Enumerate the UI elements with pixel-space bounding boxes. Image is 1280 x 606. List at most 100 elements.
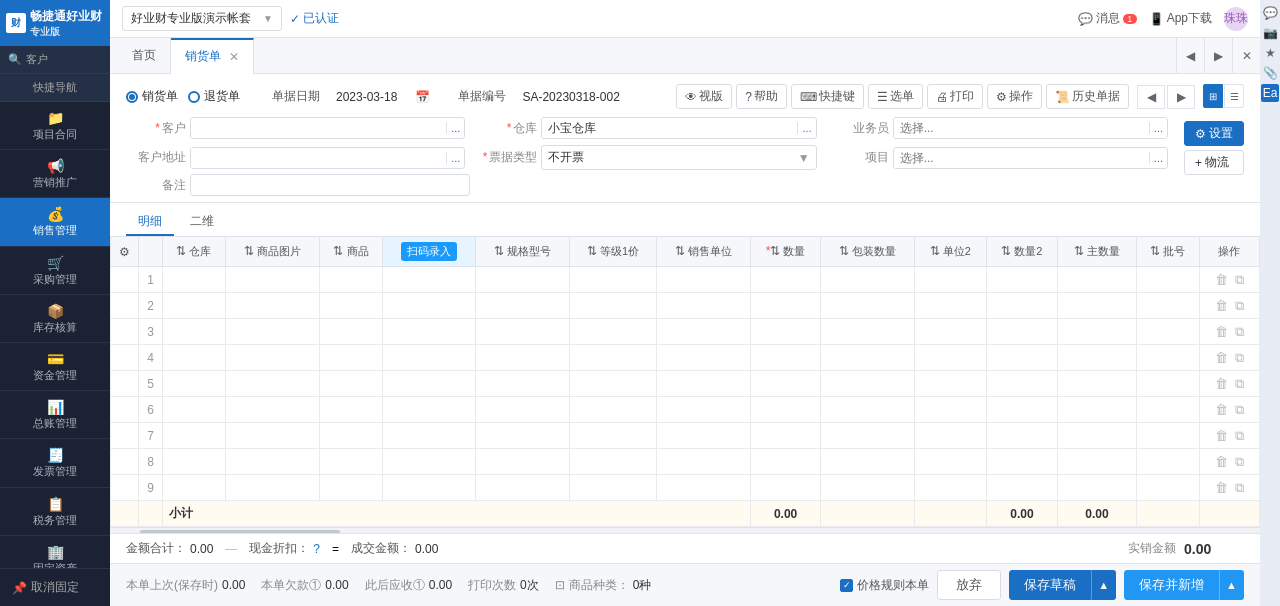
save-new-btn[interactable]: 保存并新增 [1124, 570, 1219, 600]
toolbar-print-btn[interactable]: 🖨 打印 [927, 84, 983, 109]
delete-icon-3[interactable]: 🗑 [1215, 324, 1228, 339]
sidebar-item-assets[interactable]: 🏢 固定资产 [0, 536, 110, 568]
toolbar-select-btn[interactable]: ☰ 选单 [868, 84, 923, 109]
radio-return-order[interactable]: 退货单 [188, 88, 240, 105]
form-nav-next[interactable]: ▶ [1167, 85, 1195, 109]
th-batch-import[interactable]: 扫码录入 [382, 237, 475, 267]
copy-icon-7[interactable]: ⧉ [1235, 428, 1244, 443]
price-rule-checkbox[interactable]: 价格规则本单 [840, 577, 929, 594]
sidebar-item-purchase[interactable]: 🛒 采购管理 [0, 247, 110, 295]
messages-btn[interactable]: 💬 消息 1 [1078, 10, 1137, 27]
td-pack-qty-1[interactable] [820, 267, 914, 293]
right-panel-icon-4[interactable]: 📎 [1261, 64, 1279, 82]
delete-icon-7[interactable]: 🗑 [1215, 428, 1228, 443]
setup-btn[interactable]: ⚙ 设置 [1184, 121, 1244, 146]
th-spec[interactable]: ⇅ 规格型号 [475, 237, 569, 267]
td-batch-1[interactable] [1136, 267, 1199, 293]
td-product-1[interactable] [320, 267, 383, 293]
save-new-arrow-btn[interactable]: ▲ [1219, 570, 1244, 600]
copy-icon-2[interactable]: ⧉ [1235, 298, 1244, 313]
right-panel-icon-1[interactable]: 💬 [1261, 4, 1279, 22]
th-settings[interactable]: ⚙ [111, 237, 139, 267]
delete-icon-8[interactable]: 🗑 [1215, 454, 1228, 469]
toolbar-shortcut-btn[interactable]: ⌨ 快捷键 [791, 84, 864, 109]
sidebar-item-marketing[interactable]: 📢 营销推广 [0, 150, 110, 198]
customer-dots-btn[interactable]: ... [446, 122, 464, 134]
salesperson-input[interactable] [894, 118, 1149, 138]
delete-icon-1[interactable]: 🗑 [1215, 272, 1228, 287]
tab-nav-prev[interactable]: ◀ [1176, 38, 1204, 74]
delete-icon-5[interactable]: 🗑 [1215, 376, 1228, 391]
th-batch[interactable]: ⇅ 批号 [1136, 237, 1199, 267]
right-panel-icon-2[interactable]: 📷 [1261, 24, 1279, 42]
save-draft-arrow-btn[interactable]: ▲ [1091, 570, 1116, 600]
th-warehouse[interactable]: ⇅ 仓库 [163, 237, 226, 267]
number-value[interactable]: SA-20230318-002 [522, 90, 619, 104]
td-batch-import-1[interactable] [382, 267, 475, 293]
logistics-btn[interactable]: + 物流 [1184, 150, 1244, 175]
tab-nav-next[interactable]: ▶ [1204, 38, 1232, 74]
table-view-btn[interactable]: ⊞ [1203, 84, 1223, 108]
calendar-icon[interactable]: 📅 [415, 90, 430, 104]
th-quantity[interactable]: *⇅ 数量 [751, 237, 821, 267]
th-pack-qty[interactable]: ⇅ 包装数量 [820, 237, 914, 267]
save-draft-btn[interactable]: 保存草稿 [1009, 570, 1091, 600]
project-dots-btn[interactable]: ... [1149, 152, 1167, 164]
tab-2d[interactable]: 二维 [178, 209, 226, 236]
sidebar-item-sales[interactable]: 💰 销售管理 [0, 198, 110, 246]
copy-icon-8[interactable]: ⧉ [1235, 454, 1244, 469]
sidebar-item-funds[interactable]: 💳 资金管理 [0, 343, 110, 391]
salesperson-dots-btn[interactable]: ... [1149, 122, 1167, 134]
th-product[interactable]: ⇅ 商品 [320, 237, 383, 267]
sidebar-item-projects[interactable]: 📁 项目合同 [0, 102, 110, 150]
tab-close-icon[interactable]: ✕ [229, 50, 239, 64]
td-qty2-1[interactable] [986, 267, 1058, 293]
th-qty2[interactable]: ⇅ 数量2 [986, 237, 1058, 267]
td-unit2-1[interactable] [915, 267, 987, 293]
warehouse-dots-btn[interactable]: ... [797, 122, 815, 134]
copy-icon-5[interactable]: ⧉ [1235, 376, 1244, 391]
delete-icon-4[interactable]: 🗑 [1215, 350, 1228, 365]
toolbar-view-btn[interactable]: 👁 视版 [676, 84, 732, 109]
toolbar-help-btn[interactable]: ? 帮助 [736, 84, 787, 109]
copy-icon-9[interactable]: ⧉ [1235, 480, 1244, 495]
tab-detail[interactable]: 明细 [126, 209, 174, 236]
copy-icon-3[interactable]: ⧉ [1235, 324, 1244, 339]
user-menu[interactable]: 珠珠 [1224, 7, 1248, 31]
tab-home[interactable]: 首页 [118, 38, 171, 74]
radio-sales-order[interactable]: 销货单 [126, 88, 178, 105]
th-product-img[interactable]: ⇅ 商品图片 [225, 237, 319, 267]
sidebar-item-tax[interactable]: 📋 税务管理 [0, 488, 110, 536]
abandon-btn[interactable]: 放弃 [937, 570, 1001, 600]
delete-icon-9[interactable]: 🗑 [1215, 480, 1228, 495]
right-panel-icon-5[interactable]: Ea [1261, 84, 1279, 102]
app-download-btn[interactable]: 📱 App下载 [1149, 10, 1212, 27]
customer-addr-input[interactable] [191, 148, 446, 168]
sidebar-item-inventory[interactable]: 📦 库存核算 [0, 295, 110, 343]
td-quantity-1[interactable] [751, 267, 821, 293]
company-selector[interactable]: 好业财专业版演示帐套 ▼ [122, 6, 282, 31]
horizontal-scrollbar[interactable] [110, 527, 1260, 533]
date-value[interactable]: 2023-03-18 [336, 90, 397, 104]
copy-icon-1[interactable]: ⧉ [1235, 272, 1244, 287]
customer-input[interactable] [191, 118, 446, 138]
th-main-qty[interactable]: ⇅ 主数量 [1058, 237, 1137, 267]
td-grade-price-1[interactable] [569, 267, 656, 293]
sidebar-cancel-fixed[interactable]: 📌 取消固定 [6, 575, 104, 600]
copy-icon-4[interactable]: ⧉ [1235, 350, 1244, 365]
tab-nav-close[interactable]: ✕ [1232, 38, 1260, 74]
delete-icon-2[interactable]: 🗑 [1215, 298, 1228, 313]
tab-sales-order[interactable]: 销货单 ✕ [171, 38, 254, 74]
list-view-btn[interactable]: ☰ [1224, 84, 1244, 108]
copy-icon-6[interactable]: ⧉ [1235, 402, 1244, 417]
right-panel-icon-3[interactable]: ★ [1261, 44, 1279, 62]
th-unit2[interactable]: ⇅ 单位2 [915, 237, 987, 267]
remark-input[interactable] [190, 174, 470, 196]
search-menu[interactable]: 🔍 客户 [0, 46, 110, 74]
customer-addr-dots-btn[interactable]: ... [446, 152, 464, 164]
batch-import-btn[interactable]: 扫码录入 [401, 242, 457, 261]
toolbar-history-btn[interactable]: 📜 历史单据 [1046, 84, 1129, 109]
td-main-qty-1[interactable] [1058, 267, 1137, 293]
toolbar-ops-btn[interactable]: ⚙ 操作 [987, 84, 1042, 109]
th-sales-unit[interactable]: ⇅ 销售单位 [657, 237, 751, 267]
